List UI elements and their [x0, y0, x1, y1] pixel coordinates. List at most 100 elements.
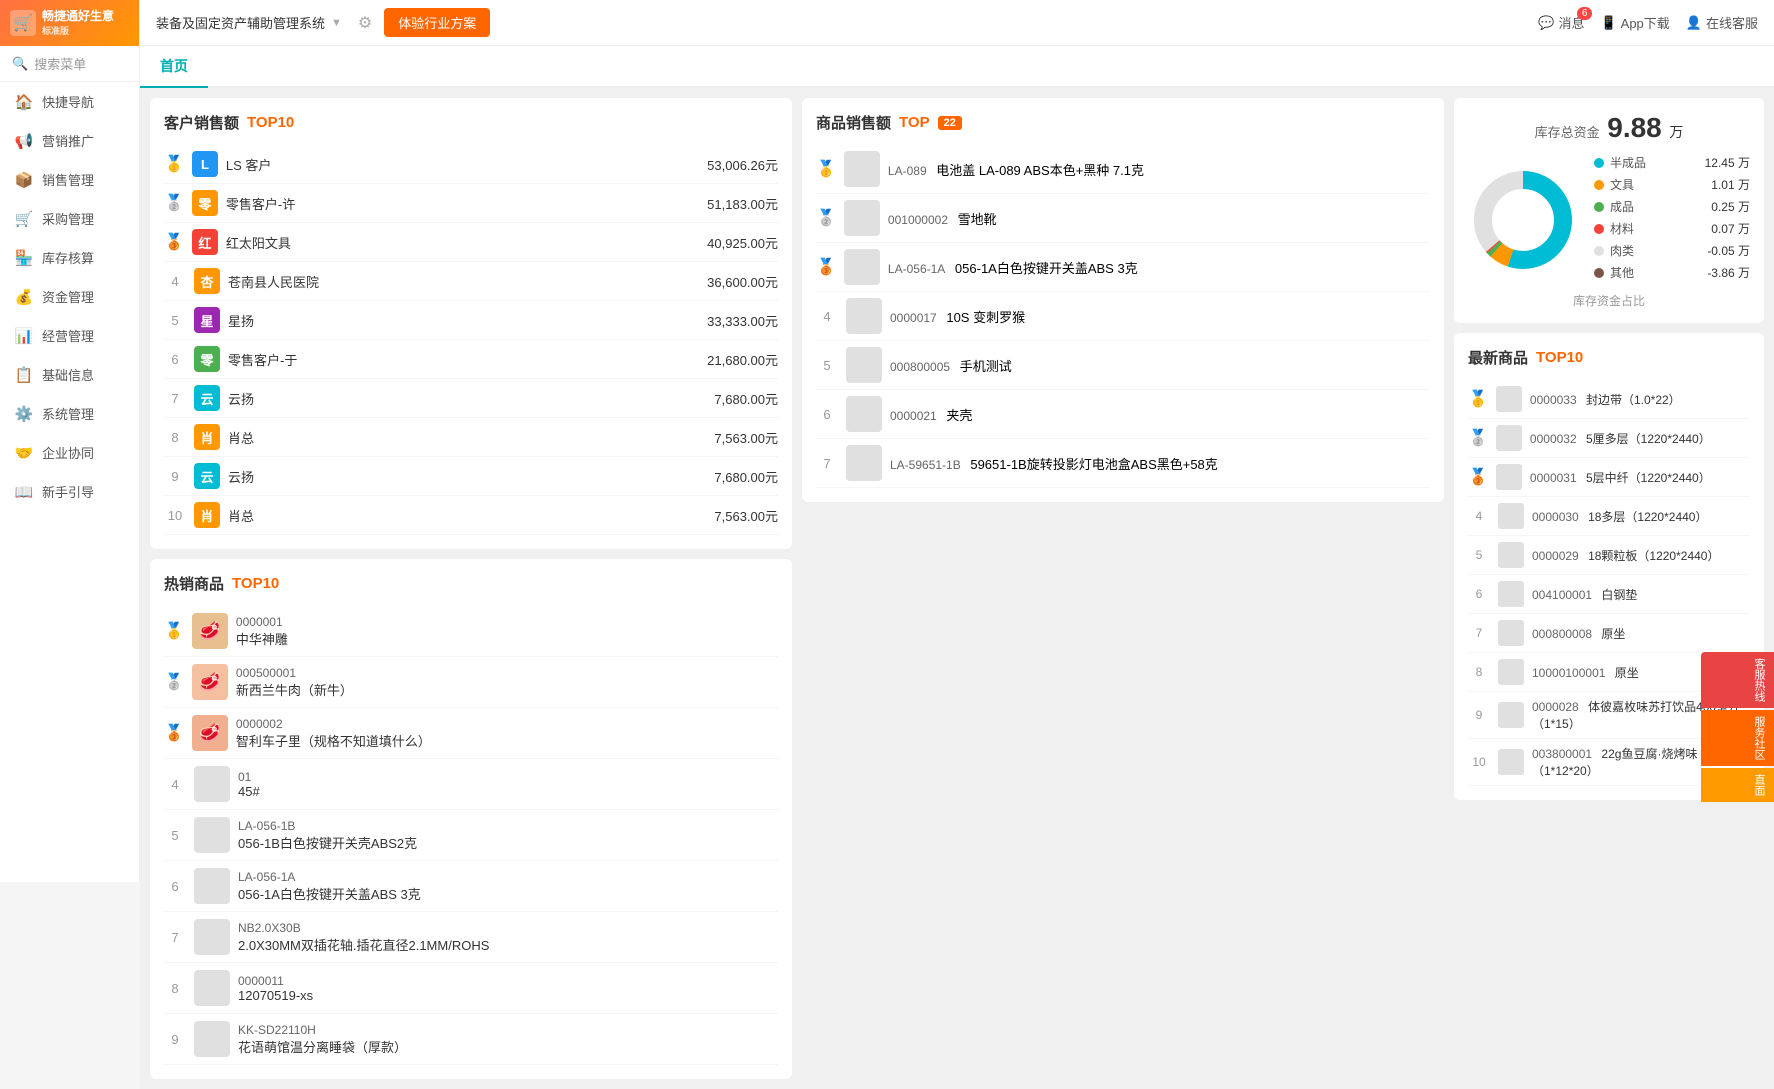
- left-panel: 客户销售额 TOP10 🥇 L LS 客户 53,006.26元 🥈 零 零售客…: [150, 98, 792, 1079]
- rank-item-6: 6 零 零售客户-于 21,680.00元: [164, 340, 778, 379]
- app-download-item[interactable]: 📱 App下载: [1600, 13, 1669, 32]
- rank-value-1: 53,006.26元: [707, 155, 778, 174]
- settings-icon[interactable]: ⚙: [358, 13, 372, 33]
- sidebar-item-management[interactable]: 📊 经营管理: [0, 316, 139, 355]
- hot-rank-6: 6: [164, 879, 186, 894]
- legend-dot-semifinished: [1594, 158, 1604, 168]
- inventory-total: 库存总资金 9.88 万: [1468, 112, 1750, 144]
- mid-rank-7: 7: [816, 456, 838, 471]
- mid-code-2: 001000002: [888, 213, 948, 227]
- new-product-7: 7 000800008 原坐: [1468, 614, 1750, 653]
- sidebar-item-sales[interactable]: 📦 销售管理: [0, 160, 139, 199]
- sidebar-item-system[interactable]: ⚙️ 系统管理: [0, 394, 139, 433]
- search-menu[interactable]: 🔍 搜索菜单: [0, 46, 139, 82]
- hot-code-8: 0000011: [238, 974, 778, 988]
- rank-value-10: 7,563.00元: [714, 506, 778, 525]
- legend-value-semifinished: 12.45 万: [1705, 154, 1750, 171]
- tab-home[interactable]: 首页: [140, 46, 208, 88]
- inventory-note: 库存资金占比: [1468, 292, 1750, 309]
- system-name: 装备及固定资产辅助管理系统 ▼: [156, 13, 342, 32]
- new-rank-8: 8: [1468, 665, 1490, 679]
- new-rank-5: 5: [1468, 548, 1490, 562]
- mid-code-4: 0000017: [890, 311, 937, 325]
- nav-label-finance: 资金管理: [42, 287, 94, 306]
- hot-rank-9: 9: [164, 1032, 186, 1047]
- sidebar-item-quick-nav[interactable]: 🏠 快捷导航: [0, 82, 139, 121]
- rank-name-3: 红太阳文具: [226, 233, 699, 252]
- hot-name-1: 中华神雕: [236, 629, 778, 648]
- sales-rank-card: 客户销售额 TOP10 🥇 L LS 客户 53,006.26元 🥈 零 零售客…: [150, 98, 792, 549]
- badge-10: 肖: [194, 502, 220, 528]
- hot-product-6: 6 LA-056-1A 056-1A白色按键开关盖ABS 3克: [164, 861, 778, 912]
- badge-5: 星: [194, 307, 220, 333]
- mid-code-3: LA-056-1A: [888, 262, 945, 276]
- online-service-item[interactable]: 👤 在线客服: [1686, 13, 1758, 32]
- hot-name-5: 056-1B白色按键开关壳ABS2克: [238, 833, 778, 852]
- mid-medal-3: 🥉: [816, 257, 836, 277]
- medal-2: 🥈: [164, 193, 184, 213]
- hot-rank-5: 5: [164, 828, 186, 843]
- sidebar-item-purchase[interactable]: 🛒 采购管理: [0, 199, 139, 238]
- inventory-legend: 半成品 12.45 万 文具 1.01 万: [1594, 154, 1750, 286]
- sidebar-item-marketing[interactable]: 📢 营销推广: [0, 121, 139, 160]
- sidebar-item-basic-info[interactable]: 📋 基础信息: [0, 355, 139, 394]
- dropdown-arrow-icon[interactable]: ▼: [331, 17, 342, 29]
- new-rank-9: 9: [1468, 708, 1490, 722]
- sidebar-item-guide[interactable]: 📖 新手引导: [0, 472, 139, 511]
- mid-thumb-3: [844, 249, 880, 285]
- rank-item-2: 🥈 零 零售客户-许 51,183.00元: [164, 184, 778, 223]
- product-sales-card: 商品销售额 TOP 22 🥇 LA-089 电池盖 LA-089 ABS本色+黑…: [802, 98, 1444, 502]
- new-medal-3: 🥉: [1468, 467, 1488, 487]
- mid-medal-2: 🥈: [816, 208, 836, 228]
- right-panel: 库存总资金 9.88 万: [1454, 98, 1764, 1079]
- rank-num-9: 9: [164, 469, 186, 484]
- service-icon: 👤: [1686, 15, 1702, 31]
- rank-value-6: 21,680.00元: [707, 350, 778, 369]
- logo-title: 畅捷通好生意: [42, 9, 114, 25]
- finance-icon: 💰: [14, 288, 34, 306]
- new-rank-10: 10: [1468, 755, 1490, 769]
- trial-button[interactable]: 体验行业方案: [384, 8, 490, 37]
- nav-label-management: 经营管理: [42, 326, 94, 345]
- new-name-4: 18多层（1220*2440）: [1588, 510, 1707, 524]
- hot-thumb-2: 🥩: [192, 664, 228, 700]
- hot-thumb-9: [194, 1021, 230, 1057]
- service-hotline-btn[interactable]: 客服热线: [1701, 652, 1774, 708]
- mid-name-1: 电池盖 LA-089 ABS本色+黑种 7.1克: [936, 163, 1144, 178]
- sidebar-item-finance[interactable]: 💰 资金管理: [0, 277, 139, 316]
- sidebar-item-coop[interactable]: 🤝 企业协同: [0, 433, 139, 472]
- mid-code-5: 000800005: [890, 360, 950, 374]
- content-body: 客户销售额 TOP10 🥇 L LS 客户 53,006.26元 🥈 零 零售客…: [140, 88, 1774, 1089]
- product-sales-title: 商品销售额 TOP 22: [816, 112, 1430, 133]
- hot-product-2: 🥈 🥩 000500001 新西兰牛肉（新牛）: [164, 657, 778, 708]
- service-community-btn[interactable]: 服务社区: [1701, 710, 1774, 766]
- nav-label-sales: 销售管理: [42, 170, 94, 189]
- hot-products-title: 热销商品 TOP10: [164, 573, 778, 594]
- sidebar: 🛒 畅捷通好生意 标准版 🔍 搜索菜单 🏠 快捷导航 📢 营销推广 📦 销售管理…: [0, 0, 140, 882]
- mid-info-7: LA-59651-1B 59651-1B旋转投影灯电池盒ABS黑色+58克: [890, 454, 1430, 473]
- nav-label-system: 系统管理: [42, 404, 94, 423]
- new-code-9: 0000028: [1532, 700, 1579, 714]
- inventory-icon: 🏪: [14, 249, 34, 267]
- mid-item-4: 4 0000017 10S 变刺罗猴: [816, 292, 1430, 341]
- rank-value-2: 51,183.00元: [707, 194, 778, 213]
- new-code-10: 003800001: [1532, 747, 1592, 761]
- rank-value-3: 40,925.00元: [707, 233, 778, 252]
- rank-name-2: 零售客户-许: [226, 194, 699, 213]
- rank-value-5: 33,333.00元: [707, 311, 778, 330]
- rank-num-10: 10: [164, 508, 186, 523]
- mid-item-1: 🥇 LA-089 电池盖 LA-089 ABS本色+黑种 7.1克: [816, 145, 1430, 194]
- hot-product-9: 9 KK-SD22110H 花语萌馆温分离睡袋（厚款）: [164, 1014, 778, 1065]
- mid-code-7: LA-59651-1B: [890, 458, 961, 472]
- sidebar-item-inventory[interactable]: 🏪 库存核算: [0, 238, 139, 277]
- service-direct-btn[interactable]: 直面: [1701, 768, 1774, 802]
- legend-meat: 肉类 -0.05 万: [1594, 242, 1750, 259]
- mid-item-6: 6 0000021 夹壳: [816, 390, 1430, 439]
- inventory-label: 库存总资金: [1535, 125, 1600, 140]
- new-products-title: 最新商品 TOP10: [1468, 347, 1750, 368]
- new-rank-4: 4: [1468, 509, 1490, 523]
- legend-label-finished: 成品: [1610, 198, 1634, 215]
- message-item[interactable]: 💬 消息 6: [1538, 13, 1584, 32]
- inventory-unit: 万: [1669, 124, 1683, 140]
- badge-2: 零: [192, 190, 218, 216]
